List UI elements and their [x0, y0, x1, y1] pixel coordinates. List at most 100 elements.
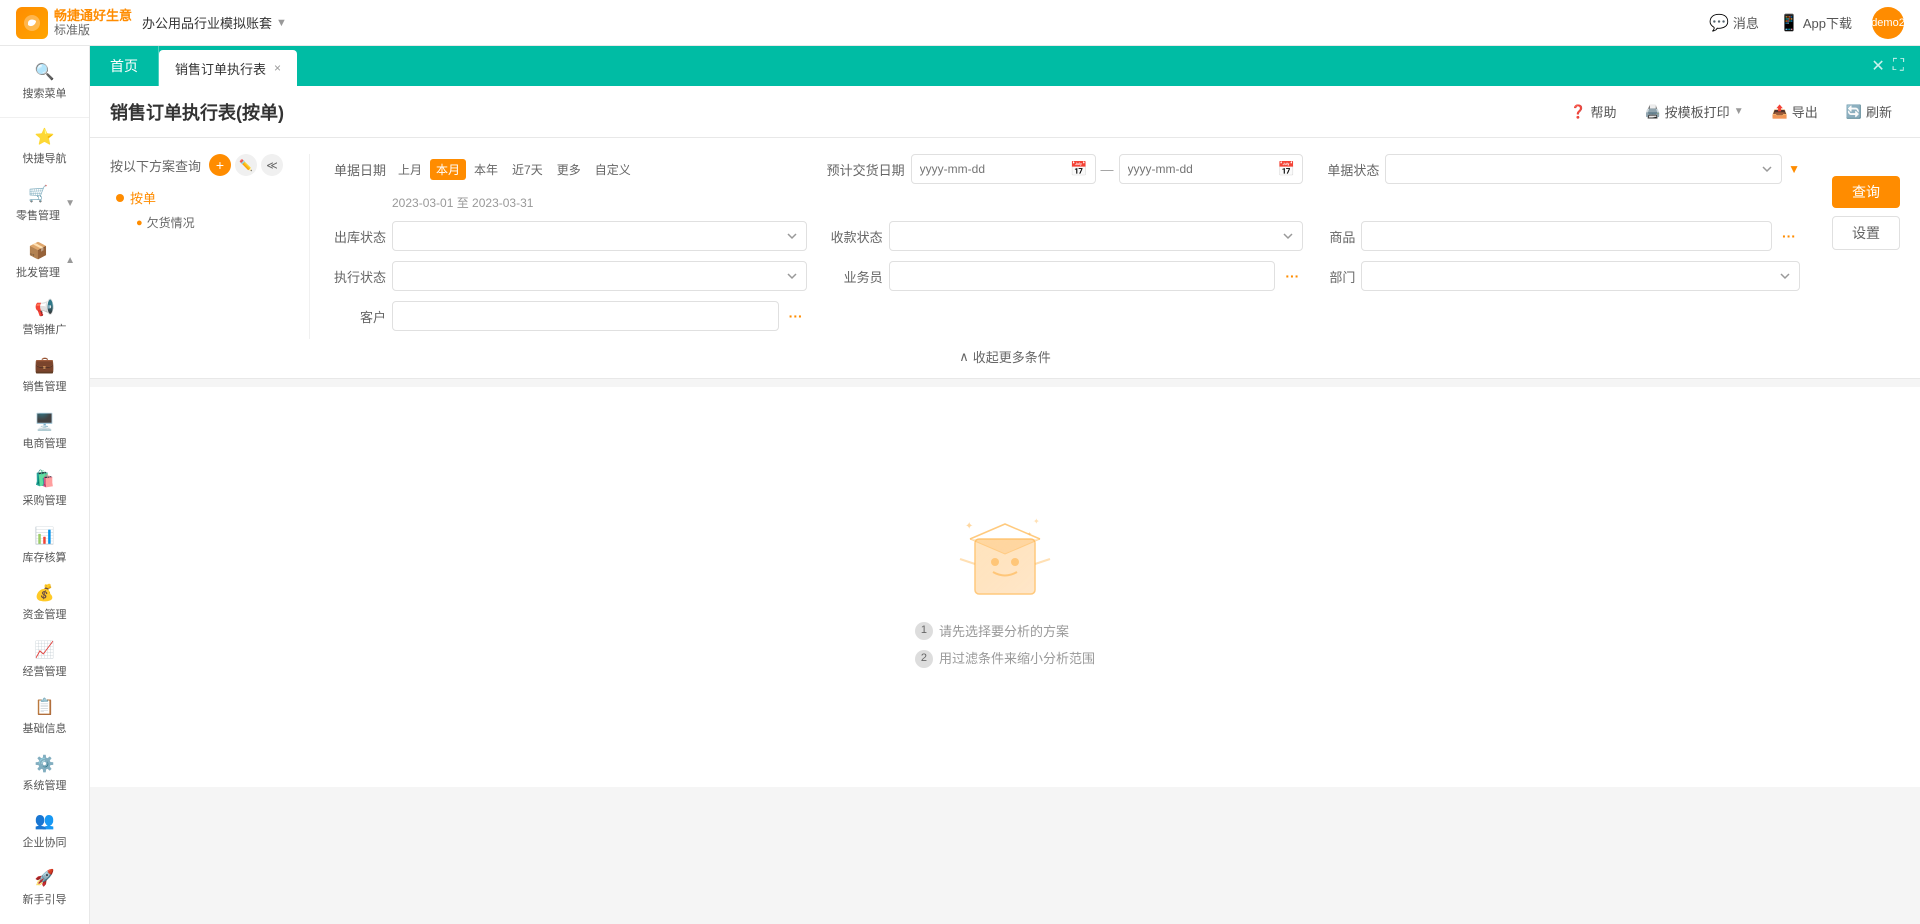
- customer-label: 客户: [330, 307, 386, 326]
- message-icon: 💬: [1709, 13, 1729, 33]
- sidebar-item-purchase[interactable]: 🛍️ 采购管理: [4, 461, 85, 516]
- print-button[interactable]: 🖨️ 按模板打印 ▼: [1636, 98, 1751, 125]
- salesman-more-button[interactable]: ···: [1281, 268, 1303, 284]
- download-icon: 📱: [1779, 13, 1799, 33]
- sidebar-search-section: 🔍 搜索菜单: [0, 46, 89, 118]
- search-menu-button[interactable]: 🔍 搜索菜单: [8, 56, 81, 107]
- sidebar-item-sales[interactable]: 💼 销售管理: [4, 347, 85, 402]
- sidebar-item-app-center[interactable]: 📱 应用中心: [4, 917, 85, 924]
- collapse-more-button[interactable]: ∧ 收起更多条件: [959, 347, 1051, 366]
- receipt-status-group: 收款状态: [827, 221, 1304, 251]
- tab-active[interactable]: 销售订单执行表 ×: [159, 50, 297, 86]
- receipt-status-select[interactable]: [889, 221, 1304, 251]
- predicted-date-start-input[interactable]: [911, 154, 1096, 184]
- status-dropdown-icon: ▼: [1788, 162, 1800, 176]
- chevron-up-icon: ▲: [65, 255, 75, 266]
- sidebar-item-operations[interactable]: 📈 经营管理: [4, 632, 85, 687]
- sidebar-item-collaboration[interactable]: 👥 企业协同: [4, 803, 85, 858]
- sidebar-item-quick-nav[interactable]: ⭐ 快捷导航: [4, 119, 85, 174]
- empty-illustration: ✦ ✦ ✦: [955, 504, 1055, 604]
- search-button[interactable]: 查询: [1832, 176, 1900, 208]
- sidebar-item-ecommerce[interactable]: 🖥️ 电商管理: [4, 404, 85, 459]
- top-bar: 畅捷通好生意 标准版 办公用品行业模拟账套 ▼ 💬 消息 📱 App下载 dem…: [0, 0, 1920, 46]
- page-header: 销售订单执行表(按单) ❓ 帮助 🖨️ 按模板打印 ▼ 📤 导出: [90, 86, 1920, 138]
- close-window-button[interactable]: ✕: [1871, 56, 1884, 76]
- tab-home[interactable]: 首页: [90, 46, 159, 86]
- collapse-scheme-button[interactable]: ≪: [261, 154, 283, 176]
- sidebar-item-finance[interactable]: 💰 资金管理: [4, 575, 85, 630]
- inventory-icon: 📊: [35, 526, 55, 546]
- sidebar-item-inventory[interactable]: 📊 库存核算: [4, 518, 85, 573]
- receipt-status-label: 收款状态: [827, 227, 883, 246]
- reset-button[interactable]: 设置: [1832, 216, 1900, 250]
- edit-scheme-button[interactable]: ✏️: [235, 154, 257, 176]
- guide-icon: 🚀: [35, 868, 55, 888]
- date-tab-7days[interactable]: 近7天: [506, 159, 549, 180]
- breadcrumb[interactable]: 办公用品行业模拟账套 ▼: [142, 13, 287, 32]
- date-tab-group: 上月 本月 本年 近7天 更多 自定义: [392, 159, 637, 180]
- svg-text:✦: ✦: [1027, 531, 1032, 538]
- sidebar-item-guide[interactable]: 🚀 新手引导: [4, 860, 85, 915]
- top-bar-right: 💬 消息 📱 App下载 demo2: [1709, 7, 1904, 39]
- content-area: 销售订单执行表(按单) ❓ 帮助 🖨️ 按模板打印 ▼ 📤 导出: [90, 86, 1920, 924]
- retail-icon: 🛒: [28, 184, 48, 204]
- predicted-date-start-wrap: 📅: [911, 154, 1096, 184]
- predicted-date-group: 预计交货日期 📅 — 📅: [827, 154, 1304, 184]
- status-filter-group: 单据状态 ▼: [1323, 154, 1800, 184]
- avatar: demo2: [1872, 7, 1904, 39]
- sidebar-item-marketing[interactable]: 📢 营销推广: [4, 290, 85, 345]
- ship-status-label: 出库状态: [330, 227, 386, 246]
- quick-nav-icon: ⭐: [35, 127, 55, 147]
- predicted-date-end-wrap: 📅: [1119, 154, 1304, 184]
- message-button[interactable]: 💬 消息: [1709, 13, 1759, 33]
- logo-area[interactable]: 畅捷通好生意 标准版: [16, 7, 132, 39]
- date-tab-last-month[interactable]: 上月: [392, 159, 428, 180]
- salesman-input[interactable]: [889, 261, 1276, 291]
- exec-status-select[interactable]: [392, 261, 807, 291]
- predicted-date-end-input[interactable]: [1119, 154, 1304, 184]
- collapse-more-row: ∧ 收起更多条件: [110, 339, 1900, 370]
- date-tab-custom[interactable]: 自定义: [589, 159, 637, 180]
- date-range-separator: —: [1099, 162, 1116, 177]
- chevron-down-icon: ▼: [65, 198, 75, 209]
- sidebar-item-wholesale[interactable]: 📦 批发管理 ▲: [4, 233, 85, 288]
- tab-close-button[interactable]: ×: [274, 61, 281, 75]
- customer-input[interactable]: [392, 301, 779, 331]
- predicted-date-label: 预计交货日期: [827, 160, 905, 179]
- purchase-icon: 🛍️: [35, 469, 55, 489]
- maximize-window-button[interactable]: ⛶: [1893, 57, 1904, 75]
- filter-sidebar: 按以下方案查询 + ✏️ ≪ 按单: [110, 154, 310, 339]
- dept-select[interactable]: [1361, 261, 1800, 291]
- goods-more-button[interactable]: ···: [1778, 228, 1800, 244]
- results-area: ✦ ✦ ✦ 1 请先选择要分析的方案: [90, 387, 1920, 787]
- status-select[interactable]: [1385, 154, 1782, 184]
- add-scheme-button[interactable]: +: [209, 154, 231, 176]
- customer-more-button[interactable]: ···: [785, 308, 807, 324]
- goods-input[interactable]: [1361, 221, 1772, 251]
- exec-status-label: 执行状态: [330, 267, 386, 286]
- dept-group: 部门: [1323, 261, 1800, 291]
- right-content: 首页 销售订单执行表 × ✕ ⛶ 销售订单执行表(按单) ❓ 帮助: [90, 46, 1920, 924]
- refresh-button[interactable]: 🔄 刷新: [1838, 98, 1900, 125]
- dept-label: 部门: [1323, 267, 1355, 286]
- help-button[interactable]: ❓ 帮助: [1562, 98, 1624, 125]
- ship-status-select[interactable]: [392, 221, 807, 251]
- date-label: 单据日期: [330, 160, 386, 179]
- sidebar-item-retail[interactable]: 🛒 零售管理 ▼: [4, 176, 85, 231]
- date-tab-this-month[interactable]: 本月: [430, 159, 466, 180]
- logo-text: 畅捷通好生意 标准版: [54, 8, 132, 38]
- sidebar-item-system[interactable]: ⚙️ 系统管理: [4, 746, 85, 801]
- date-tab-more[interactable]: 更多: [551, 159, 587, 180]
- scheme-sub-item-backorder[interactable]: ● 欠货情况: [130, 211, 293, 234]
- svg-text:✦: ✦: [1033, 517, 1040, 526]
- print-dropdown-icon: ▼: [1734, 106, 1744, 117]
- app-download-button[interactable]: 📱 App下载: [1779, 13, 1852, 33]
- export-button[interactable]: 📤 导出: [1764, 98, 1826, 125]
- scheme-item-main[interactable]: 按单: [110, 184, 293, 211]
- marketing-icon: 📢: [35, 298, 55, 318]
- main-layout: 🔍 搜索菜单 ⭐ 快捷导航 🛒 零售管理 ▼ 📦 批发管理 ▲ 📢 营销推广: [0, 46, 1920, 924]
- sidebar-item-basic-info[interactable]: 📋 基础信息: [4, 689, 85, 744]
- empty-state: ✦ ✦ ✦ 1 请先选择要分析的方案: [895, 444, 1115, 731]
- date-tab-this-year[interactable]: 本年: [468, 159, 504, 180]
- user-profile[interactable]: demo2: [1872, 7, 1904, 39]
